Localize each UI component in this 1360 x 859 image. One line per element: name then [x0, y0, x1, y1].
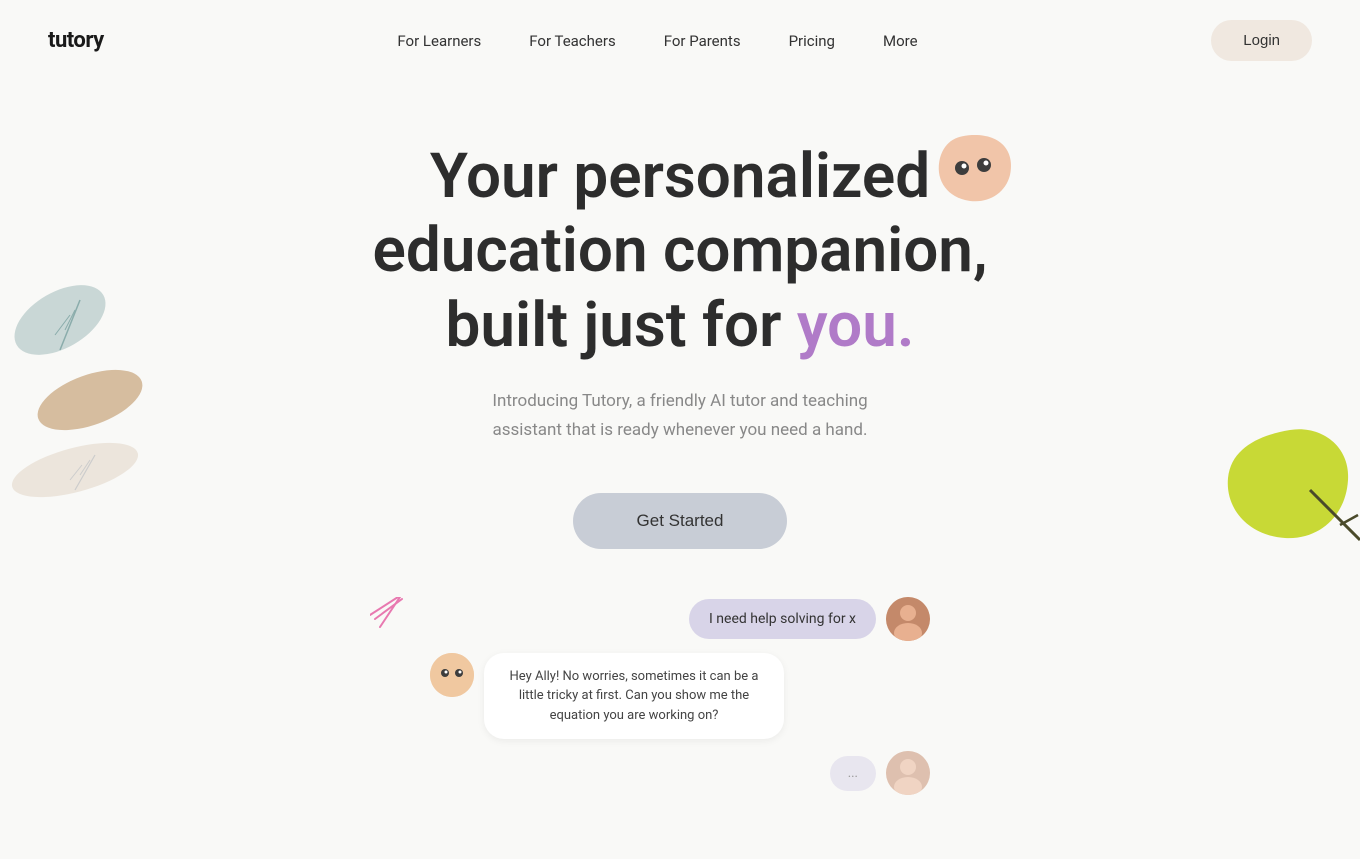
navbar: tutory For Learners For Teachers For Par…	[0, 0, 1360, 80]
hero-section: Your personalized education companion, b…	[0, 80, 1360, 795]
nav-item-for-teachers[interactable]: For Teachers	[529, 31, 615, 50]
sparkle-decoration	[370, 597, 430, 651]
nav-item-for-parents[interactable]: For Parents	[664, 31, 741, 50]
login-button[interactable]: Login	[1211, 20, 1312, 61]
get-started-button[interactable]: Get Started	[573, 493, 788, 549]
nav-link-for-teachers[interactable]: For Teachers	[529, 32, 615, 50]
hero-subtitle: Introducing Tutory, a friendly AI tutor …	[470, 387, 890, 445]
hero-title-line2: education companion,	[372, 214, 987, 287]
chat-row-ai: Hey Ally! No worries, sometimes it can b…	[430, 653, 784, 740]
nav-links: For Learners For Teachers For Parents Pr…	[397, 31, 917, 50]
chat-bubble-user-2: ...	[830, 756, 876, 791]
chat-bubble-user: I need help solving for x	[689, 599, 876, 639]
user-avatar	[886, 597, 930, 641]
hero-title: Your personalized education companion, b…	[372, 140, 987, 363]
nav-link-for-learners[interactable]: For Learners	[397, 32, 481, 50]
hero-title-highlight: you.	[797, 289, 915, 362]
user-avatar-2	[886, 751, 930, 795]
logo[interactable]: tutory	[48, 28, 104, 53]
hero-title-line1: Your personalized	[430, 140, 930, 213]
chat-row-user: I need help solving for x	[689, 597, 930, 641]
chat-preview: I need help solving for x	[430, 597, 930, 796]
nav-item-pricing[interactable]: Pricing	[789, 31, 835, 50]
nav-link-more[interactable]: More	[883, 32, 918, 50]
hero-title-line3: built just for	[446, 289, 797, 362]
nav-item-more[interactable]: More	[883, 31, 918, 50]
nav-item-for-learners[interactable]: For Learners	[397, 31, 481, 50]
nav-link-for-parents[interactable]: For Parents	[664, 32, 741, 50]
chat-bubble-ai: Hey Ally! No worries, sometimes it can b…	[484, 653, 784, 740]
ai-avatar	[430, 653, 474, 697]
nav-link-pricing[interactable]: Pricing	[789, 32, 835, 50]
chat-row-user-2: ...	[830, 751, 930, 795]
